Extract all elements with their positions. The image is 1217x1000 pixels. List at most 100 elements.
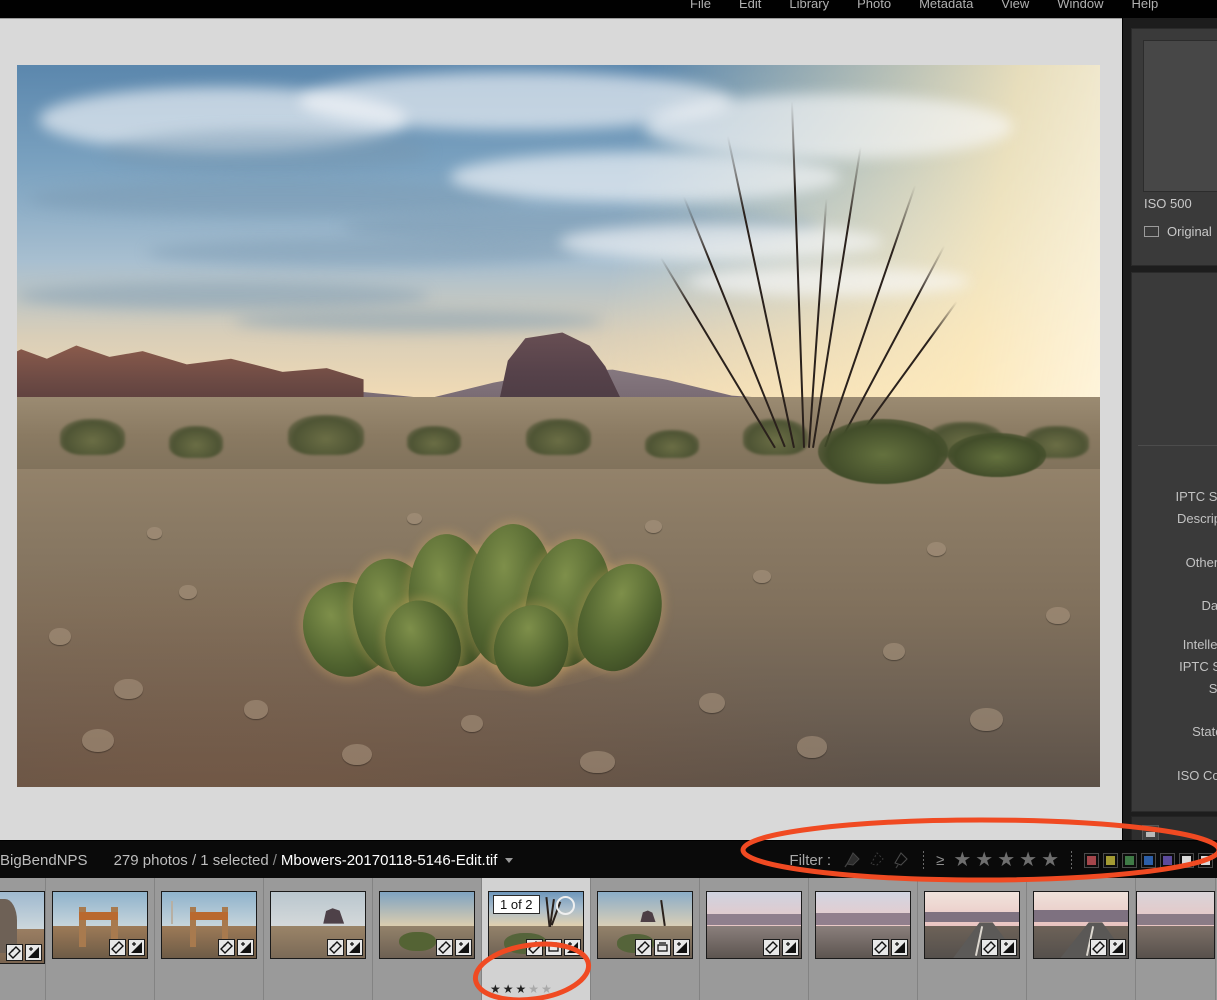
menu-item-file[interactable]: File — [690, 0, 711, 11]
main-photo[interactable] — [17, 65, 1100, 787]
color-label-blue[interactable] — [1141, 852, 1156, 868]
filmstrip[interactable]: 1 of 2 ★ ★ ★ ★ ★ — [0, 878, 1217, 1000]
color-label-red[interactable] — [1084, 852, 1099, 868]
current-filename[interactable]: Mbowers-20170118-5146-Edit.tif — [281, 852, 498, 869]
filmstrip-item-8[interactable] — [700, 878, 809, 1000]
thumbnail-10[interactable] — [924, 891, 1020, 959]
lightroom-window: File Edit Library Photo Metadata View Wi… — [0, 0, 1217, 1000]
develop-icon[interactable] — [25, 944, 42, 961]
filmstrip-item-5[interactable] — [373, 878, 482, 1000]
develop-icon[interactable] — [1000, 939, 1017, 956]
thumbnail-rating[interactable]: ★ ★ ★ ★ ★ — [490, 983, 552, 995]
rating-star-4[interactable]: ★ — [1019, 850, 1037, 870]
flag-rejected-icon[interactable] — [891, 850, 911, 870]
filmstrip-item-10[interactable] — [918, 878, 1027, 1000]
rating-star-2[interactable]: ★ — [975, 850, 993, 870]
loupe-view-area[interactable] — [0, 18, 1122, 840]
crop-icon[interactable] — [6, 944, 23, 961]
filmstrip-item-9[interactable] — [809, 878, 918, 1000]
crop-icon[interactable] — [526, 939, 543, 956]
rating-star-3[interactable]: ★ — [997, 850, 1015, 870]
flag-filter-group — [843, 850, 911, 870]
filmstrip-item-2[interactable] — [46, 878, 155, 1000]
thumbnail-badges-2 — [109, 939, 145, 956]
thumbnail-12[interactable] — [1136, 891, 1215, 959]
thumbnail-2[interactable] — [52, 891, 148, 959]
stack-icon[interactable] — [654, 939, 671, 956]
develop-icon[interactable] — [128, 939, 145, 956]
develop-icon[interactable] — [237, 939, 254, 956]
filmstrip-item-3[interactable] — [155, 878, 264, 1000]
thumb-star-1[interactable]: ★ — [490, 983, 501, 995]
stack-count-badge[interactable]: 1 of 2 — [493, 895, 540, 914]
filmstrip-item-6-selected[interactable]: 1 of 2 ★ ★ ★ ★ ★ — [482, 878, 591, 1000]
menu-item-help[interactable]: Help — [1132, 0, 1159, 11]
color-label-white[interactable] — [1179, 852, 1194, 868]
original-photo-row[interactable]: Original — [1144, 224, 1212, 239]
menu-item-edit[interactable]: Edit — [739, 0, 761, 11]
color-label-purple[interactable] — [1160, 852, 1175, 868]
thumbnail-badges-4 — [327, 939, 363, 956]
rating-operator[interactable]: ≥ — [936, 852, 944, 869]
collection-name[interactable]: BigBendNPS — [0, 852, 88, 869]
crop-icon[interactable] — [327, 939, 344, 956]
develop-icon[interactable] — [673, 939, 690, 956]
develop-icon[interactable] — [782, 939, 799, 956]
stack-icon[interactable] — [545, 939, 562, 956]
thumb-star-3[interactable]: ★ — [516, 983, 527, 995]
metadata-panel[interactable]: Post C W H IPTC Subje Description Ca Oth… — [1131, 272, 1217, 812]
thumbnail-8[interactable] — [706, 891, 802, 959]
menu-item-metadata[interactable]: Metadata — [919, 0, 973, 11]
thumbnail-7[interactable] — [597, 891, 693, 959]
filmstrip-item-11[interactable] — [1027, 878, 1136, 1000]
rating-star-1[interactable]: ★ — [953, 850, 971, 870]
crop-icon[interactable] — [1090, 939, 1107, 956]
menu-item-library[interactable]: Library — [789, 0, 829, 11]
histogram-panel[interactable]: ISO 500 Original — [1131, 28, 1217, 266]
chevron-down-icon[interactable] — [505, 857, 514, 863]
color-label-green[interactable] — [1122, 852, 1137, 868]
thumbnail-5[interactable] — [379, 891, 475, 959]
develop-icon[interactable] — [346, 939, 363, 956]
filmstrip-item-12[interactable] — [1136, 878, 1216, 1000]
crop-icon[interactable] — [109, 939, 126, 956]
thumbnail-11[interactable] — [1033, 891, 1129, 959]
crop-icon[interactable] — [436, 939, 453, 956]
flag-picked-icon[interactable] — [843, 850, 863, 870]
rating-star-5[interactable]: ★ — [1041, 850, 1059, 870]
menu-item-view[interactable]: View — [1001, 0, 1029, 11]
copy-settings-icon[interactable] — [1142, 825, 1159, 841]
develop-icon[interactable] — [1109, 939, 1126, 956]
thumb-star-2[interactable]: ★ — [503, 983, 514, 995]
filmstrip-item-1[interactable] — [0, 878, 46, 1000]
crop-icon[interactable] — [981, 939, 998, 956]
color-label-yellow[interactable] — [1103, 852, 1118, 868]
crop-icon[interactable] — [872, 939, 889, 956]
right-side-panel[interactable]: ISO 500 Original Post C W H IPTC Subje D… — [1122, 18, 1217, 852]
crop-icon[interactable] — [635, 939, 652, 956]
histogram-graph[interactable] — [1143, 40, 1217, 192]
circle-marker-icon[interactable] — [556, 896, 575, 915]
menu-item-list: File Edit Library Photo Metadata View Wi… — [690, 0, 1158, 11]
thumbnail-9[interactable] — [815, 891, 911, 959]
thumbnail-6[interactable]: 1 of 2 — [488, 891, 584, 959]
thumbnail-4[interactable] — [270, 891, 366, 959]
thumb-star-4[interactable]: ★ — [528, 983, 539, 995]
metadata-label-sublocation: Suble — [1208, 681, 1217, 696]
photo-counts: 279 photos / 1 selected — [113, 851, 269, 869]
menu-item-photo[interactable]: Photo — [857, 0, 891, 11]
thumb-star-5[interactable]: ★ — [541, 983, 552, 995]
filmstrip-item-4[interactable] — [264, 878, 373, 1000]
flag-unflagged-icon[interactable] — [867, 850, 887, 870]
thumbnail-3[interactable] — [161, 891, 257, 959]
original-checkbox[interactable] — [1144, 226, 1159, 237]
menu-item-window[interactable]: Window — [1057, 0, 1103, 11]
thumbnail-1[interactable] — [0, 891, 45, 964]
crop-icon[interactable] — [218, 939, 235, 956]
develop-icon[interactable] — [564, 939, 581, 956]
develop-icon[interactable] — [891, 939, 908, 956]
develop-icon[interactable] — [455, 939, 472, 956]
filmstrip-item-7[interactable] — [591, 878, 700, 1000]
crop-icon[interactable] — [763, 939, 780, 956]
color-label-none[interactable] — [1198, 852, 1213, 868]
